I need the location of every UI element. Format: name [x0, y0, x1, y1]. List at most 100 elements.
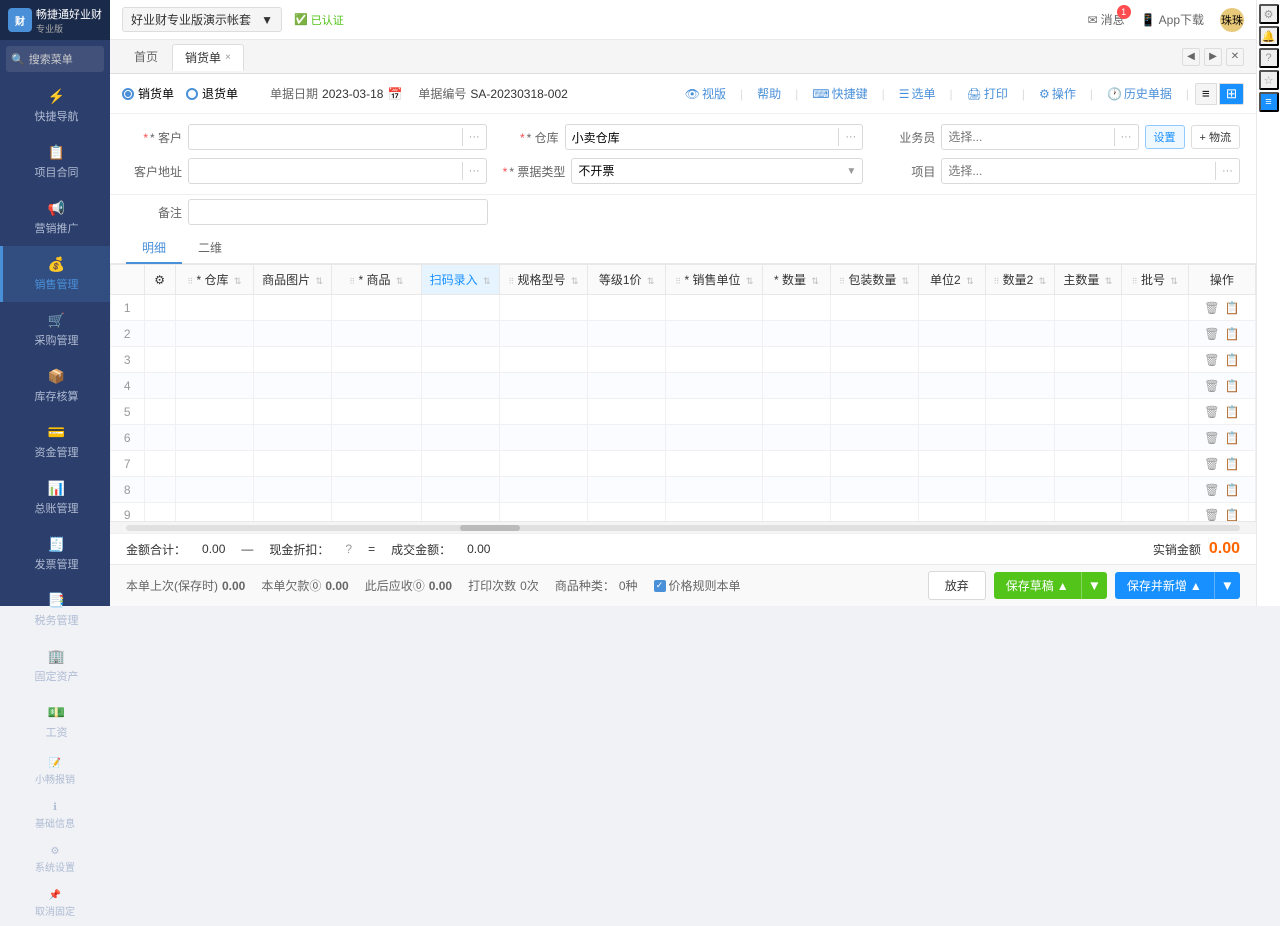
row-batch[interactable]	[1121, 373, 1188, 399]
row-batch[interactable]	[1121, 399, 1188, 425]
row-spec[interactable]	[499, 503, 587, 522]
row-quantity[interactable]	[763, 347, 830, 373]
row-product[interactable]	[332, 451, 421, 477]
sidebar-item-ledger[interactable]: 📊 总账管理	[0, 470, 110, 526]
row-batch[interactable]	[1121, 321, 1188, 347]
row-product[interactable]	[332, 347, 421, 373]
row-barcode[interactable]	[421, 477, 499, 503]
warehouse-dots-button[interactable]: ···	[838, 128, 862, 146]
settings-button[interactable]: 设置	[1145, 125, 1185, 149]
sort-icon-pack[interactable]: ⇅	[902, 276, 910, 286]
tab-home[interactable]: 首页	[122, 44, 170, 69]
row-pack-qty[interactable]	[830, 503, 918, 522]
row-pack-qty[interactable]	[830, 373, 918, 399]
row-pack-qty[interactable]	[830, 451, 918, 477]
salesperson-dots-button[interactable]: ···	[1114, 128, 1138, 146]
row-main-qty[interactable]	[1054, 373, 1121, 399]
row-unit2[interactable]	[918, 425, 985, 451]
row-unit2[interactable]	[918, 295, 985, 321]
row-spec[interactable]	[499, 425, 587, 451]
row-qty2[interactable]	[985, 503, 1054, 522]
row-warehouse[interactable]	[175, 347, 253, 373]
row-unit2[interactable]	[918, 321, 985, 347]
row-spec[interactable]	[499, 295, 587, 321]
row-sales-unit[interactable]	[666, 295, 763, 321]
sort-icon-unit2[interactable]: ⇅	[966, 276, 974, 286]
invoice-select-wrapper[interactable]: 不开票 增值税普通发票 增值税专用发票 ▼	[571, 158, 863, 184]
row-product[interactable]	[332, 399, 421, 425]
view-grid-button[interactable]: ⊞	[1219, 83, 1244, 105]
price-check-checkbox[interactable]: 价格规则本单	[654, 577, 741, 594]
project-input-wrapper[interactable]: ···	[941, 158, 1240, 184]
row-quantity[interactable]	[763, 321, 830, 347]
invoice-select[interactable]: 不开票 增值税普通发票 增值税专用发票	[572, 161, 840, 181]
th-barcode[interactable]: 扫码录入 ⇅	[421, 265, 499, 295]
sidebar-item-quick-nav[interactable]: ⚡ 快捷导航	[0, 78, 110, 134]
row-barcode[interactable]	[421, 399, 499, 425]
row-quantity[interactable]	[763, 477, 830, 503]
sort-icon-img[interactable]: ⇅	[315, 276, 323, 286]
row-main-qty[interactable]	[1054, 503, 1121, 522]
row-pack-qty[interactable]	[830, 477, 918, 503]
salesperson-input-wrapper[interactable]: ···	[941, 124, 1138, 150]
row-spec[interactable]	[499, 451, 587, 477]
row-quantity[interactable]	[763, 451, 830, 477]
row-pack-qty[interactable]	[830, 321, 918, 347]
row-sales-unit[interactable]	[666, 399, 763, 425]
row-batch[interactable]	[1121, 503, 1188, 522]
right-panel-btn-4[interactable]: ☆	[1259, 70, 1279, 90]
row-product-img[interactable]	[253, 295, 331, 321]
row-warehouse[interactable]	[175, 477, 253, 503]
row-batch[interactable]	[1121, 451, 1188, 477]
row-copy-icon[interactable]: 📋	[1224, 404, 1240, 420]
row-product-img[interactable]	[253, 347, 331, 373]
row-main-qty[interactable]	[1054, 295, 1121, 321]
row-delete-icon[interactable]: 🗑	[1204, 430, 1220, 446]
row-warehouse[interactable]	[175, 425, 253, 451]
row-product-img[interactable]	[253, 451, 331, 477]
row-grade-price[interactable]	[588, 399, 666, 425]
sort-icon-grade[interactable]: ⇅	[647, 276, 655, 286]
row-main-qty[interactable]	[1054, 451, 1121, 477]
row-delete-icon[interactable]: 🗑	[1204, 507, 1220, 521]
tab-next-button[interactable]: ▶	[1204, 48, 1222, 66]
row-warehouse[interactable]	[175, 373, 253, 399]
address-dots-button[interactable]: ···	[462, 162, 486, 180]
history-button[interactable]: 🕐 历史单据	[1099, 82, 1180, 105]
row-grade-price[interactable]	[588, 321, 666, 347]
sort-icon-unit[interactable]: ⇅	[746, 276, 754, 286]
address-input-wrapper[interactable]: ···	[188, 158, 487, 184]
shortcut-button[interactable]: ⌨ 快捷键	[804, 82, 875, 105]
sort-icon-product[interactable]: ⇅	[396, 276, 404, 286]
row-unit2[interactable]	[918, 503, 985, 522]
row-qty2[interactable]	[985, 399, 1054, 425]
row-delete-icon[interactable]: 🗑	[1204, 378, 1220, 394]
customer-input[interactable]	[189, 127, 462, 147]
sidebar-item-project[interactable]: 📋 项目合同	[0, 134, 110, 190]
row-product-img[interactable]	[253, 503, 331, 522]
right-panel-btn-3[interactable]: ?	[1259, 48, 1279, 68]
row-quantity[interactable]	[763, 399, 830, 425]
row-barcode[interactable]	[421, 321, 499, 347]
row-warehouse[interactable]	[175, 503, 253, 522]
row-barcode[interactable]	[421, 425, 499, 451]
row-product[interactable]	[332, 477, 421, 503]
row-barcode[interactable]	[421, 295, 499, 321]
row-product[interactable]	[332, 295, 421, 321]
row-sales-unit[interactable]	[666, 451, 763, 477]
print-button[interactable]: 🖨 打印	[959, 82, 1016, 105]
sidebar-item-unpin[interactable]: 📌 取消固定	[0, 882, 110, 926]
row-main-qty[interactable]	[1054, 399, 1121, 425]
radio-return-order[interactable]: 退货单	[186, 85, 238, 102]
row-quantity[interactable]	[763, 295, 830, 321]
right-panel-btn-5[interactable]: ≡	[1259, 92, 1279, 112]
operate-button[interactable]: ⚙ 操作	[1031, 82, 1084, 105]
row-batch[interactable]	[1121, 295, 1188, 321]
radio-sales-order[interactable]: 销货单	[122, 85, 174, 102]
row-delete-icon[interactable]: 🗑	[1204, 456, 1220, 472]
row-qty2[interactable]	[985, 451, 1054, 477]
row-main-qty[interactable]	[1054, 347, 1121, 373]
row-quantity[interactable]	[763, 425, 830, 451]
row-grade-price[interactable]	[588, 373, 666, 399]
row-copy-icon[interactable]: 📋	[1224, 300, 1240, 316]
